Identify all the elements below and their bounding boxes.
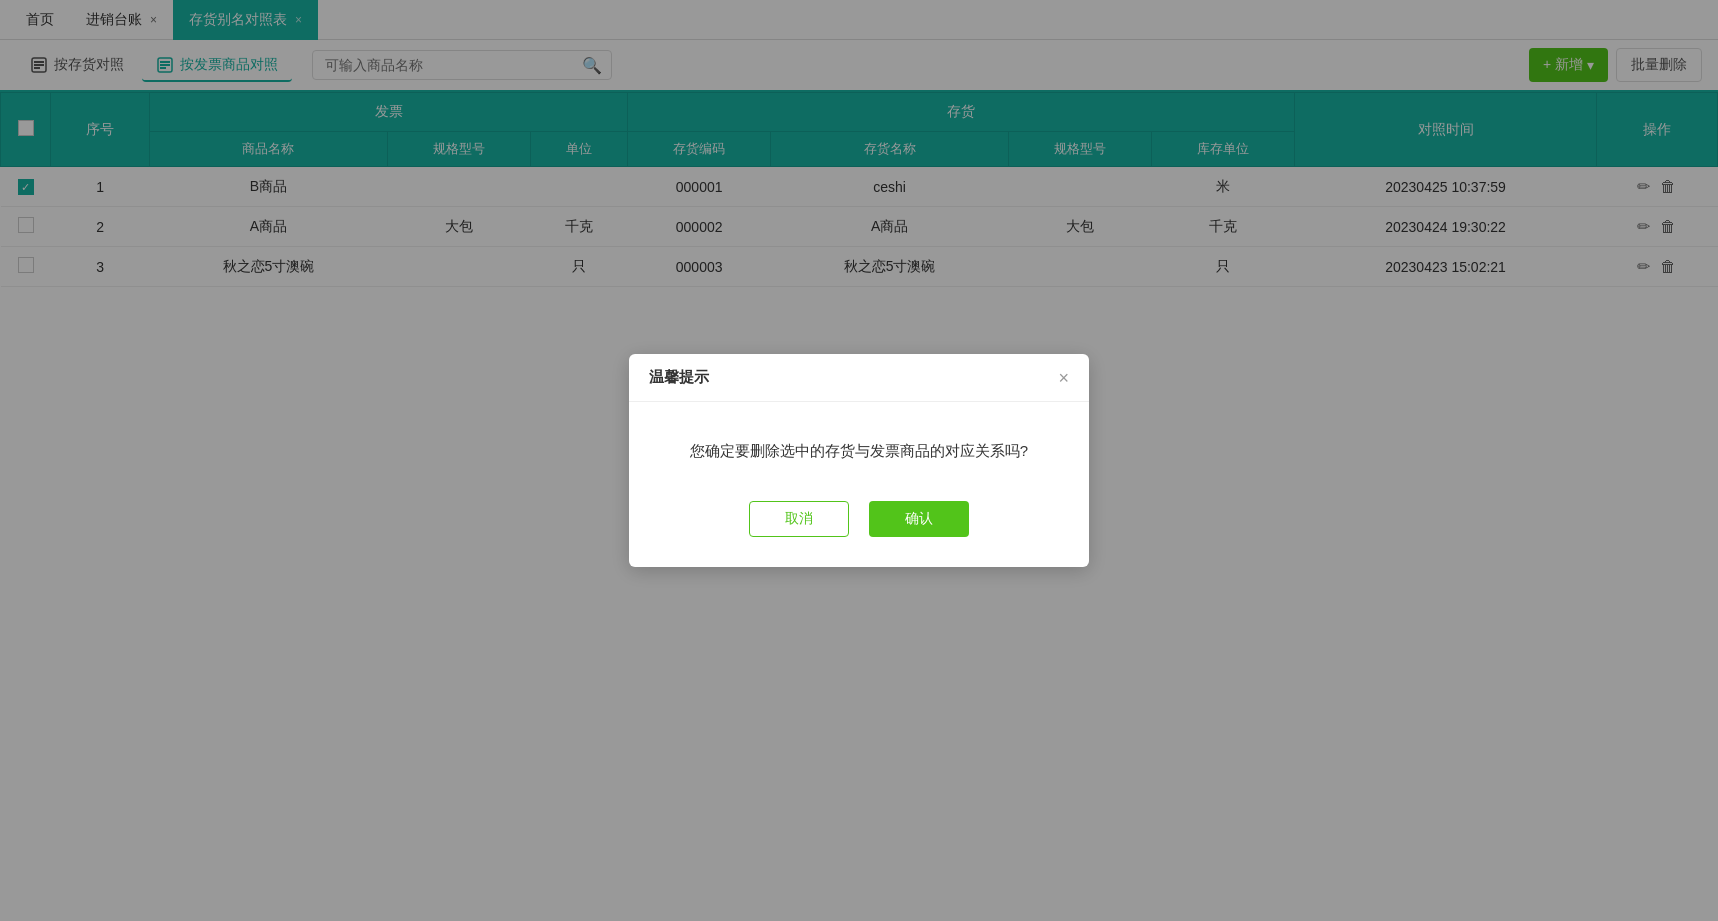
dialog-body: 您确定要删除选中的存货与发票商品的对应关系吗? [629,402,1089,491]
dialog-message: 您确定要删除选中的存货与发票商品的对应关系吗? [690,442,1028,459]
dialog-close-button[interactable]: × [1058,369,1069,387]
dialog-footer: 取消 确认 [629,491,1089,567]
dialog-header: 温馨提示 × [629,354,1089,402]
dialog-overlay: 温馨提示 × 您确定要删除选中的存货与发票商品的对应关系吗? 取消 确认 [0,0,1718,921]
cancel-button[interactable]: 取消 [749,501,849,537]
confirm-button[interactable]: 确认 [869,501,969,537]
dialog: 温馨提示 × 您确定要删除选中的存货与发票商品的对应关系吗? 取消 确认 [629,354,1089,567]
dialog-title: 温馨提示 [649,368,709,387]
